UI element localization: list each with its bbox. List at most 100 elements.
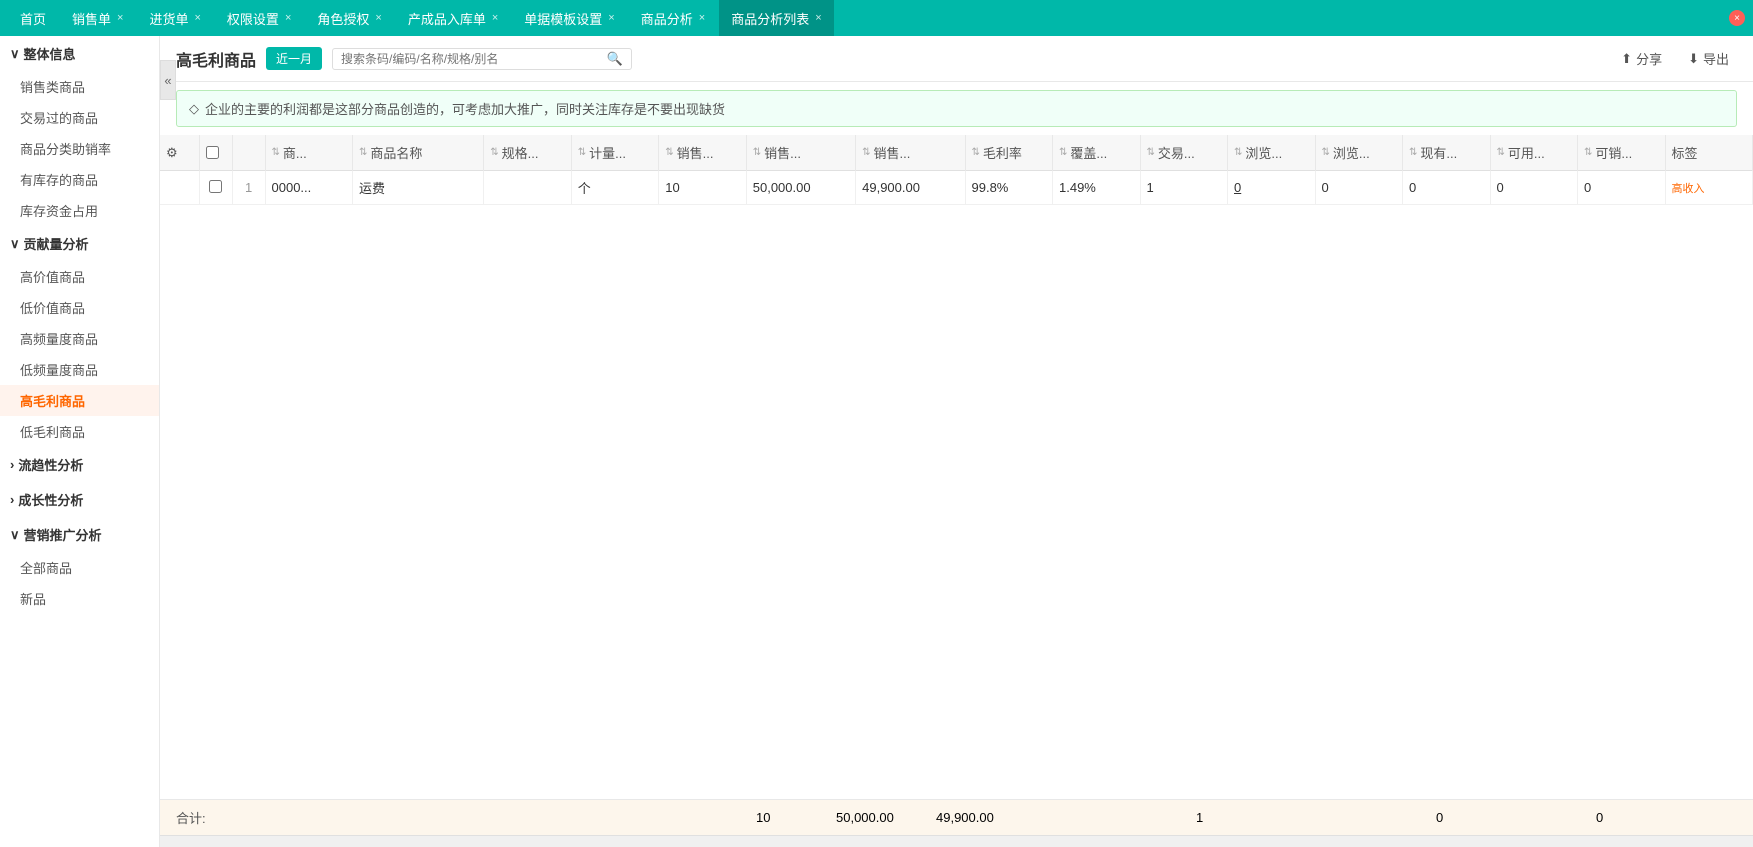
td-unit: 个 [571, 171, 659, 205]
nav-home[interactable]: 首页 [8, 0, 58, 36]
chevron-right-icon: › [10, 457, 14, 472]
sidebar-item-low-freq[interactable]: 低频量度商品 [0, 354, 159, 385]
search-icon[interactable]: 🔍 [607, 51, 623, 67]
sidebar-item-low-margin[interactable]: 低毛利商品 [0, 416, 159, 447]
close-icon[interactable]: × [699, 12, 705, 24]
th-available[interactable]: ⇅ 可用... [1490, 135, 1578, 171]
td-checkbox[interactable] [199, 171, 232, 205]
sidebar-item-high-margin[interactable]: 高毛利商品 [0, 385, 159, 416]
sidebar-item-new-goods[interactable]: 新品 [0, 583, 159, 614]
row-checkbox[interactable] [209, 180, 222, 193]
th-tag: 标签 [1665, 135, 1753, 171]
export-icon: ⬇ [1688, 51, 1699, 67]
share-icon: ⬆ [1621, 51, 1632, 67]
period-button[interactable]: 近一月 [266, 47, 322, 70]
td-tag: 高收入 [1665, 171, 1753, 205]
content-area: 高毛利商品 近一月 🔍 ⬆ 分享 ⬇ 导出 ◇ 企业的主要的利润都是这部分 [160, 36, 1753, 847]
td-saleable: 0 [1578, 171, 1666, 205]
sort-icon: ⇅ [972, 147, 980, 158]
th-transactions[interactable]: ⇅ 交易... [1140, 135, 1228, 171]
sidebar: ∨ 整体信息 销售类商品 交易过的商品 商品分类助销率 有库存的商品 库存资金占… [0, 36, 160, 847]
th-code[interactable]: ⇅ 商... [265, 135, 353, 171]
th-saleable[interactable]: ⇅ 可销... [1578, 135, 1666, 171]
sidebar-item-traded-goods[interactable]: 交易过的商品 [0, 102, 159, 133]
close-icon[interactable]: × [608, 12, 614, 24]
table-container: ⚙ ⇅ 商... [160, 135, 1753, 799]
td-transactions: 1 [1140, 171, 1228, 205]
sidebar-section-wealth[interactable]: ∨ 贡献量分析 [0, 226, 159, 261]
close-icon[interactable]: × [375, 12, 381, 24]
footer-sales-qty: 10 [756, 810, 836, 825]
nav-goods-analysis[interactable]: 商品分析 × [629, 0, 717, 36]
sidebar-section-overall[interactable]: ∨ 整体信息 [0, 36, 159, 71]
nav-goods-analysis-list[interactable]: 商品分析列表 × [719, 0, 833, 36]
info-banner: ◇ 企业的主要的利润都是这部分商品创造的，可考虑加大推广，同时关注库存是不要出现… [176, 90, 1737, 127]
td-browse1[interactable]: 0 [1228, 171, 1316, 205]
nav-sales-order[interactable]: 销售单 × [60, 0, 135, 36]
th-index [232, 135, 265, 171]
content-header: 高毛利商品 近一月 🔍 ⬆ 分享 ⬇ 导出 [160, 36, 1753, 82]
sort-icon: ⇅ [1409, 147, 1417, 158]
collapse-icon: « [164, 73, 171, 88]
top-navigation: 首页 销售单 × 进货单 × 权限设置 × 角色授权 × 产成品入库单 × 单据… [0, 0, 1753, 36]
sidebar-item-sales-goods[interactable]: 销售类商品 [0, 71, 159, 102]
footer-transactions: 1 [1196, 810, 1276, 825]
export-button[interactable]: ⬇ 导出 [1680, 46, 1737, 71]
tag-badge: 高收入 [1672, 183, 1705, 195]
share-button[interactable]: ⬆ 分享 [1613, 46, 1670, 71]
chevron-down-icon: ∨ [10, 46, 20, 62]
sidebar-item-goods-analysis[interactable]: 商品分类助销率 [0, 133, 159, 164]
th-coverage[interactable]: ⇅ 覆盖... [1053, 135, 1141, 171]
td-sales-amount: 50,000.00 [746, 171, 855, 205]
th-settings[interactable]: ⚙ [160, 135, 199, 171]
nav-permission-settings[interactable]: 权限设置 × [215, 0, 303, 36]
close-icon[interactable]: × [492, 12, 498, 24]
sidebar-item-high-freq[interactable]: 高频量度商品 [0, 323, 159, 354]
sort-icon: ⇅ [753, 147, 761, 158]
nav-template-settings[interactable]: 单据模板设置 × [512, 0, 626, 36]
td-code: 0000... [265, 171, 353, 205]
select-all-checkbox[interactable] [206, 146, 219, 159]
nav-product-inbound[interactable]: 产成品入库单 × [396, 0, 510, 36]
nav-role-auth[interactable]: 角色授权 × [305, 0, 393, 36]
th-current-stock[interactable]: ⇅ 现有... [1403, 135, 1491, 171]
th-unit[interactable]: ⇅ 计量... [571, 135, 659, 171]
th-sales-cost[interactable]: ⇅ 销售... [856, 135, 965, 171]
td-coverage: 1.49% [1053, 171, 1141, 205]
th-browse2[interactable]: ⇅ 浏览... [1315, 135, 1403, 171]
sort-icon: ⇅ [1059, 147, 1067, 158]
sidebar-section-marketing[interactable]: ∨ 营销推广分析 [0, 517, 159, 552]
settings-icon[interactable]: ⚙ [166, 145, 178, 161]
search-input[interactable] [341, 52, 603, 66]
sidebar-item-low-value[interactable]: 低价值商品 [0, 292, 159, 323]
sidebar-section-trend[interactable]: › 流趋性分析 [0, 447, 159, 482]
close-icon[interactable]: × [815, 12, 821, 24]
data-table: ⚙ ⇅ 商... [160, 135, 1753, 205]
sidebar-item-stocked-goods[interactable]: 有库存的商品 [0, 164, 159, 195]
close-icon[interactable]: × [117, 12, 123, 24]
footer-sales-amount: 50,000.00 [836, 810, 936, 825]
sidebar-collapse-button[interactable]: « [160, 60, 176, 100]
nav-purchase-order[interactable]: 进货单 × [137, 0, 212, 36]
close-icon[interactable]: × [285, 12, 291, 24]
th-gross-margin[interactable]: ⇅ 毛利率 [965, 135, 1053, 171]
chevron-down-icon: ∨ [10, 236, 20, 252]
sidebar-item-all-goods[interactable]: 全部商品 [0, 552, 159, 583]
th-sales-qty[interactable]: ⇅ 销售... [659, 135, 747, 171]
browse1-link[interactable]: 0 [1234, 180, 1241, 195]
sort-icon: ⇅ [1497, 147, 1505, 158]
close-icon[interactable]: × [194, 12, 200, 24]
header-actions: ⬆ 分享 ⬇ 导出 [1613, 46, 1737, 71]
main-layout: ∨ 整体信息 销售类商品 交易过的商品 商品分类助销率 有库存的商品 库存资金占… [0, 36, 1753, 847]
horizontal-scrollbar[interactable] [160, 835, 1753, 847]
sort-icon: ⇅ [665, 147, 673, 158]
sidebar-section-growth[interactable]: › 成长性分析 [0, 482, 159, 517]
th-browse1[interactable]: ⇅ 浏览... [1228, 135, 1316, 171]
th-name[interactable]: ⇅ 商品名称 [353, 135, 484, 171]
sidebar-item-high-value[interactable]: 高价值商品 [0, 261, 159, 292]
th-spec[interactable]: ⇅ 规格... [484, 135, 572, 171]
th-sales-amount[interactable]: ⇅ 销售... [746, 135, 855, 171]
sort-icon: ⇅ [862, 147, 870, 158]
window-close-btn[interactable]: × [1729, 10, 1745, 26]
sidebar-item-inventory-ratio[interactable]: 库存资金占用 [0, 195, 159, 226]
